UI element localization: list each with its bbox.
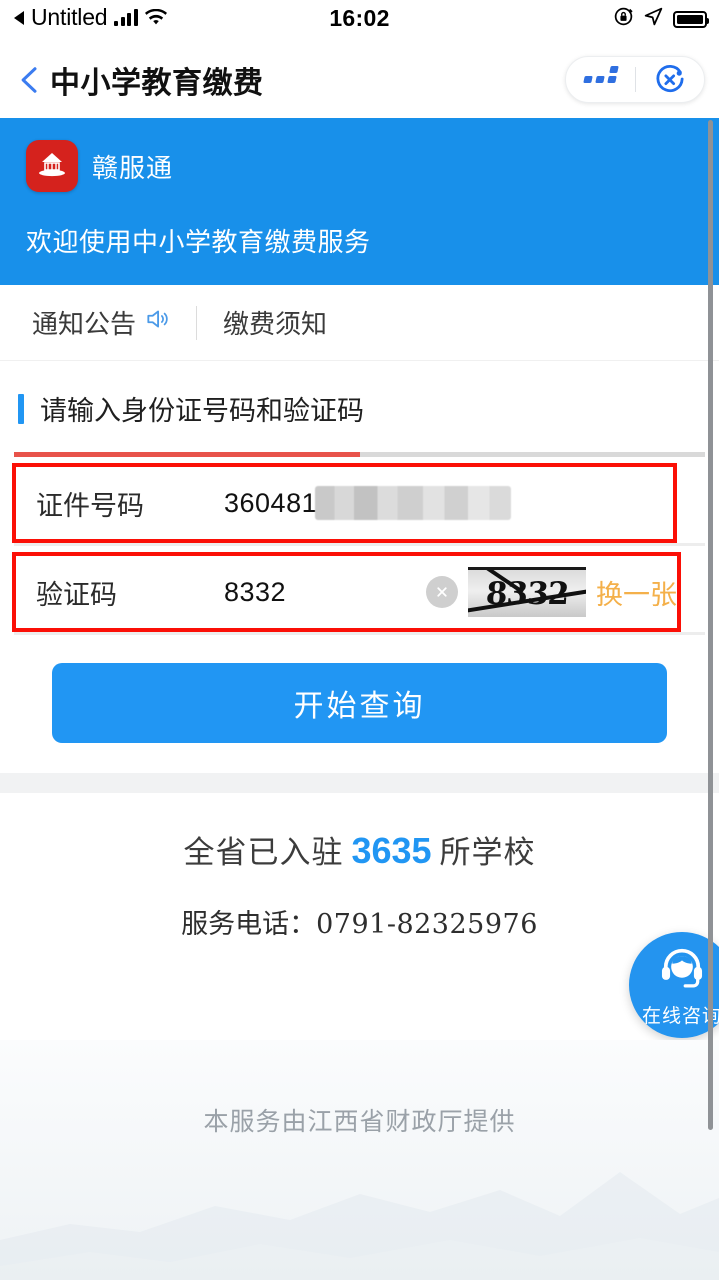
captcha-label: 验证码 [36, 579, 117, 610]
speaker-announcement-icon [144, 306, 170, 339]
schools-count-line: 全省已入驻 3635 所学校 [0, 827, 719, 872]
online-consult-button[interactable]: 在线咨询 [629, 932, 719, 1038]
ganfutong-pavilion-icon [26, 140, 78, 192]
page-scrollbar[interactable] [708, 120, 713, 1130]
tab-payment-notes-label: 缴费须知 [223, 309, 328, 339]
status-bar-back-app-label: Untitled [31, 4, 108, 30]
refresh-captcha-button[interactable]: 换一张 [596, 573, 677, 612]
form-row-divider [14, 543, 705, 546]
chevron-left-icon[interactable] [14, 60, 46, 100]
banner-subtitle: 欢迎使用中小学教育缴费服务 [26, 227, 371, 257]
status-bar-clock: 16:02 [329, 5, 390, 31]
location-arrow-icon [643, 6, 664, 32]
id-field-highlight: 证件号码 360481 [12, 463, 677, 543]
submit-area: 开始查询 [0, 635, 719, 773]
service-phone-label: 服务电话： [181, 909, 317, 939]
app-screen: Untitled 16:02 中小学教育缴费 赣服通 欢迎使用中小学教育缴费服务… [0, 0, 719, 1280]
page-title: 中小学教育缴费 [50, 67, 264, 100]
clear-circle-icon[interactable] [426, 576, 458, 608]
tab-notice-label: 通知公告 [32, 309, 137, 339]
brand-row: 赣服通 [26, 140, 693, 192]
stats-section: 全省已入驻 3635 所学校 服务电话：0791-82325976 [0, 793, 719, 967]
start-query-button[interactable]: 开始查询 [52, 663, 667, 743]
section-accent-bar [18, 393, 24, 424]
section-gap-strip [0, 773, 719, 793]
blurred-mask-icon [315, 486, 512, 520]
schools-count-value: 3635 [351, 830, 432, 871]
tab-payment-notes[interactable]: 缴费须知 [197, 303, 353, 343]
status-bar-right [613, 6, 709, 32]
footer: 本服务由江西省财政厅提供 [0, 1040, 719, 1280]
cellular-signal-icon [114, 8, 138, 26]
captcha-row[interactable]: 验证码 8332 8332 换一张 [16, 556, 677, 628]
welcome-banner: 赣服通 欢迎使用中小学教育缴费服务 [0, 118, 719, 285]
query-form: 证件号码 360481 验证码 8332 8332 换一张 [0, 463, 719, 635]
id-number-value: 360481 [224, 487, 318, 518]
service-phone-number[interactable]: 0791-82325976 [316, 909, 538, 940]
schools-prefix-label: 全省已入驻 [183, 835, 344, 870]
captcha-image-text: 8332 [484, 575, 570, 612]
tab-notice[interactable]: 通知公告 [6, 303, 196, 343]
footer-provider-label: 本服务由江西省财政厅提供 [203, 1108, 516, 1136]
triangle-left-icon[interactable] [14, 10, 24, 25]
step-progress-bar [14, 452, 705, 457]
close-circle-icon[interactable] [636, 63, 705, 97]
captcha-value: 8332 [224, 576, 287, 607]
service-phone-line: 服务电话：0791-82325976 [0, 902, 719, 941]
tab-bar: 通知公告 缴费须知 [0, 285, 719, 361]
red-notification-dot-icon [608, 66, 619, 73]
section-title-label: 请输入身份证号码和验证码 [40, 396, 364, 426]
section-header: 请输入身份证号码和验证码 [0, 361, 719, 452]
status-bar: Untitled 16:02 [0, 0, 719, 42]
captcha-field-highlight: 验证码 8332 8332 换一张 [12, 552, 681, 632]
more-dots-icon[interactable] [566, 66, 635, 83]
id-number-label: 证件号码 [36, 490, 144, 521]
nav-bar: 中小学教育缴费 [0, 42, 719, 118]
captcha-image[interactable]: 8332 [468, 567, 586, 617]
brand-name-label: 赣服通 [92, 152, 174, 183]
schools-suffix-label: 所学校 [439, 835, 536, 870]
miniprogram-capsule [565, 56, 705, 103]
status-bar-left: Untitled [14, 4, 167, 31]
battery-full-icon [673, 10, 709, 28]
headset-support-icon [656, 942, 708, 999]
mountain-watermark-icon [0, 1172, 719, 1280]
step-progress-fill [14, 452, 360, 457]
captcha-input[interactable]: 8332 [224, 577, 426, 608]
rotation-lock-icon [613, 6, 634, 32]
id-number-input[interactable]: 360481 [224, 486, 673, 520]
wifi-icon [144, 8, 167, 26]
id-number-row[interactable]: 证件号码 360481 [16, 467, 673, 539]
